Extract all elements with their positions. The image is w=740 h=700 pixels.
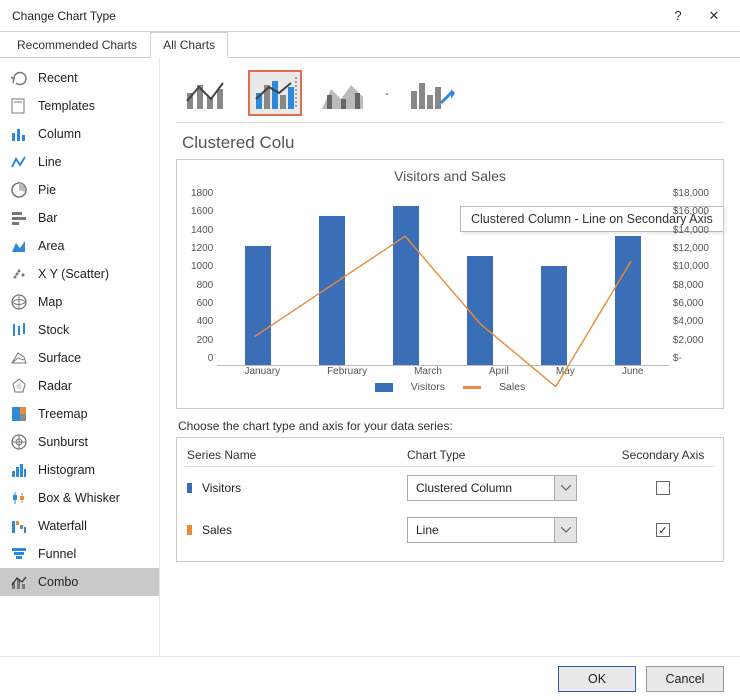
sidebar-item-label: Bar bbox=[38, 211, 57, 225]
sidebar-item-label: Sunburst bbox=[38, 435, 88, 449]
sidebar-item-map[interactable]: Map bbox=[0, 288, 159, 316]
surface-icon bbox=[10, 349, 28, 367]
sidebar-item-templates[interactable]: Templates bbox=[0, 92, 159, 120]
sidebar-item-funnel[interactable]: Funnel bbox=[0, 540, 159, 568]
combo-subtypes: · bbox=[176, 70, 724, 116]
divider bbox=[176, 122, 724, 123]
window-title: Change Chart Type bbox=[8, 9, 660, 23]
sidebar-item-label: Surface bbox=[38, 351, 81, 365]
titlebar: Change Chart Type ? ✕ bbox=[0, 0, 740, 32]
chart-canvas bbox=[217, 186, 669, 366]
series-color-swatch bbox=[187, 483, 192, 493]
subtype-clustered-column-line-secondary[interactable] bbox=[248, 70, 302, 116]
dialog-tabs: Recommended Charts All Charts bbox=[0, 32, 740, 58]
sidebar-item-label: Stock bbox=[38, 323, 69, 337]
sidebar-item-label: Combo bbox=[38, 575, 78, 589]
ok-button[interactable]: OK bbox=[558, 666, 636, 692]
sidebar-item-treemap[interactable]: Treemap bbox=[0, 400, 159, 428]
scatter-icon bbox=[10, 265, 28, 283]
chart-title: Visitors and Sales bbox=[187, 168, 713, 184]
waterfall-icon bbox=[10, 517, 28, 535]
dialog-footer: OK Cancel bbox=[0, 656, 740, 700]
sidebar-item-box-whisker[interactable]: Box & Whisker bbox=[0, 484, 159, 512]
series-color-swatch bbox=[187, 525, 192, 535]
dialog-body: Recent Templates Column Line Pie Bar Are… bbox=[0, 58, 740, 656]
sidebar-item-label: Treemap bbox=[38, 407, 88, 421]
chart-preview[interactable]: Visitors and Sales 180016001400120010008… bbox=[176, 159, 724, 409]
bar-icon bbox=[10, 209, 28, 227]
funnel-icon bbox=[10, 545, 28, 563]
sidebar-item-area[interactable]: Area bbox=[0, 232, 159, 260]
cancel-button[interactable]: Cancel bbox=[646, 666, 724, 692]
sidebar-item-label: Templates bbox=[38, 99, 95, 113]
sidebar-item-label: Radar bbox=[38, 379, 72, 393]
column-icon bbox=[10, 125, 28, 143]
subtype-custom-combination[interactable] bbox=[404, 70, 458, 116]
sidebar-item-surface[interactable]: Surface bbox=[0, 344, 159, 372]
sidebar-item-stock[interactable]: Stock bbox=[0, 316, 159, 344]
chart-category-sidebar: Recent Templates Column Line Pie Bar Are… bbox=[0, 58, 160, 656]
map-icon bbox=[10, 293, 28, 311]
sidebar-item-radar[interactable]: Radar bbox=[0, 372, 159, 400]
close-button[interactable]: ✕ bbox=[696, 8, 732, 24]
sidebar-item-column[interactable]: Column bbox=[0, 120, 159, 148]
tab-recommended-charts[interactable]: Recommended Charts bbox=[4, 32, 150, 58]
sidebar-item-sunburst[interactable]: Sunburst bbox=[0, 428, 159, 456]
y-axis-primary: 180016001400120010008006004002000 bbox=[187, 186, 217, 366]
sidebar-item-line[interactable]: Line bbox=[0, 148, 159, 176]
area-icon bbox=[10, 237, 28, 255]
sidebar-item-label: Line bbox=[38, 155, 62, 169]
pie-icon bbox=[10, 181, 28, 199]
tab-all-charts[interactable]: All Charts bbox=[150, 32, 228, 58]
sidebar-item-label: Area bbox=[38, 239, 64, 253]
sidebar-item-label: Recent bbox=[38, 71, 78, 85]
subtype-clustered-column-line[interactable] bbox=[180, 70, 234, 116]
sidebar-item-pie[interactable]: Pie bbox=[0, 176, 159, 204]
sidebar-item-histogram[interactable]: Histogram bbox=[0, 456, 159, 484]
sidebar-item-label: Box & Whisker bbox=[38, 491, 120, 505]
help-button[interactable]: ? bbox=[660, 8, 696, 23]
treemap-icon bbox=[10, 405, 28, 423]
content-pane: · Clustered Colu Clustered Column - Line… bbox=[160, 58, 740, 656]
templates-icon bbox=[10, 97, 28, 115]
sidebar-item-recent[interactable]: Recent bbox=[0, 64, 159, 92]
radar-icon bbox=[10, 377, 28, 395]
sidebar-item-waterfall[interactable]: Waterfall bbox=[0, 512, 159, 540]
sidebar-item-label: Map bbox=[38, 295, 62, 309]
subtype-title: Clustered Colu bbox=[182, 133, 724, 153]
recent-icon bbox=[10, 69, 28, 87]
sidebar-item-label: Histogram bbox=[38, 463, 95, 477]
subtype-stacked-area-column[interactable] bbox=[316, 70, 370, 116]
sidebar-item-label: Pie bbox=[38, 183, 56, 197]
sidebar-item-label: Funnel bbox=[38, 547, 76, 561]
box-whisker-icon bbox=[10, 489, 28, 507]
sidebar-item-bar[interactable]: Bar bbox=[0, 204, 159, 232]
sidebar-item-label: Column bbox=[38, 127, 81, 141]
sidebar-item-label: X Y (Scatter) bbox=[38, 267, 109, 281]
y-axis-secondary: $18,000$16,000$14,000$12,000$10,000$8,00… bbox=[669, 186, 713, 366]
plot-area: 180016001400120010008006004002000 $18,00… bbox=[187, 186, 713, 366]
sidebar-item-label: Waterfall bbox=[38, 519, 87, 533]
stock-icon bbox=[10, 321, 28, 339]
line-icon bbox=[10, 153, 28, 171]
histogram-icon bbox=[10, 461, 28, 479]
combo-icon bbox=[10, 573, 28, 591]
sunburst-icon bbox=[10, 433, 28, 451]
sidebar-item-scatter[interactable]: X Y (Scatter) bbox=[0, 260, 159, 288]
sidebar-item-combo[interactable]: Combo bbox=[0, 568, 159, 596]
